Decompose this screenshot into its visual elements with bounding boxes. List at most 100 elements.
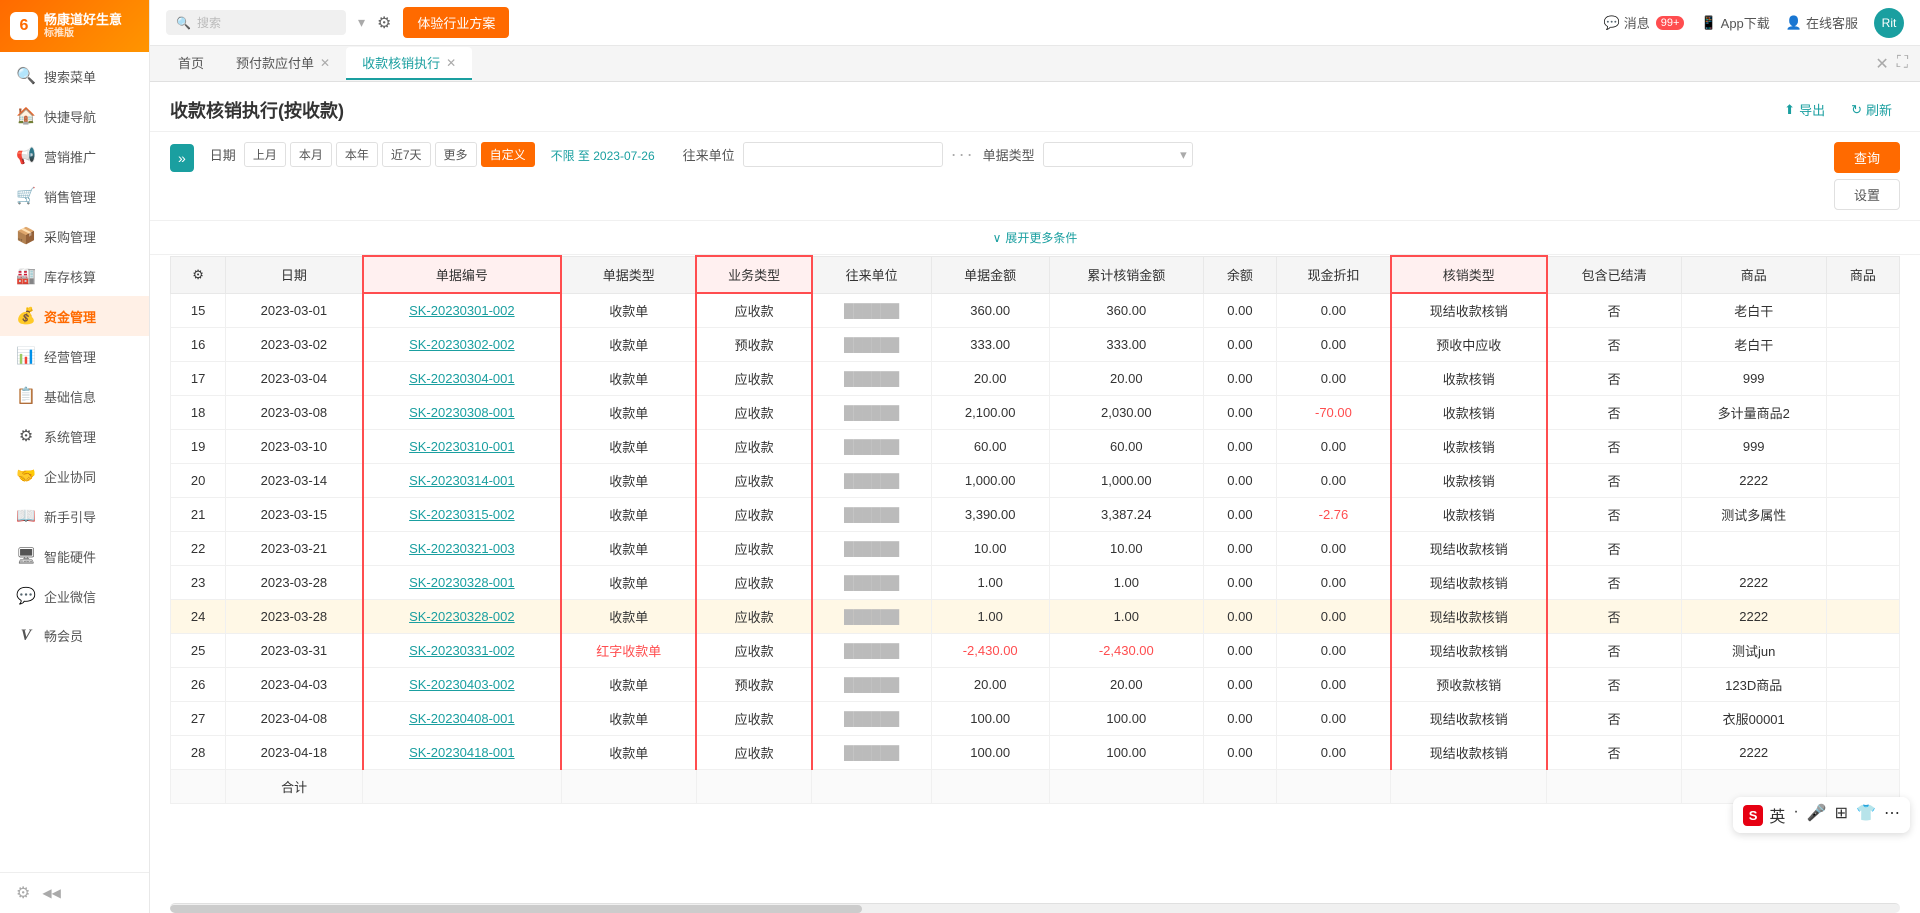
- watermark-mic-icon: 🎤: [1807, 803, 1827, 827]
- tabs-bar: 首页 预付款应付单 ✕ 收款核销执行 ✕ ✕ ⛶: [150, 46, 1920, 82]
- refresh-btn[interactable]: ↻ 刷新: [1843, 96, 1900, 123]
- table-row[interactable]: 172023-03-04SK-20230304-001收款单应收款██████2…: [171, 362, 1900, 396]
- table-row[interactable]: 212023-03-15SK-20230315-002收款单应收款██████3…: [171, 498, 1900, 532]
- table-row[interactable]: 202023-03-14SK-20230314-001收款单应收款██████1…: [171, 464, 1900, 498]
- chevron-down-icon: ∨: [993, 231, 1002, 245]
- table-setting-icon[interactable]: ⚙: [192, 267, 204, 282]
- col-setting[interactable]: ⚙: [171, 256, 226, 293]
- purchase-icon: 📦: [16, 226, 36, 246]
- table-row[interactable]: 182023-03-08SK-20230308-001收款单应收款██████2…: [171, 396, 1900, 430]
- sidebar-item-purchase[interactable]: 📦 采购管理: [0, 216, 149, 256]
- table-row[interactable]: 162023-03-02SK-20230302-002收款单预收款██████3…: [171, 328, 1900, 362]
- topbar-search-icon: 🔍: [176, 16, 191, 30]
- table-row[interactable]: 282023-04-18SK-20230418-001收款单应收款██████1…: [171, 736, 1900, 770]
- sidebar-item-collab[interactable]: 🤝 企业协同: [0, 456, 149, 496]
- inventory-icon: 🏭: [16, 266, 36, 286]
- sidebar-item-basic[interactable]: 📋 基础信息: [0, 376, 149, 416]
- topbar-gear-icon[interactable]: ⚙: [377, 13, 391, 33]
- tab-receipt-cancel[interactable]: 收款核销执行 ✕: [346, 47, 472, 80]
- sidebar-item-hardware[interactable]: 🖥 智能硬件: [0, 536, 149, 576]
- col-date: 日期: [226, 256, 363, 293]
- sidebar-item-wechat[interactable]: 💬 企业微信: [0, 576, 149, 616]
- tab-prepay-close[interactable]: ✕: [320, 56, 330, 70]
- table-row[interactable]: 262023-04-03SK-20230403-002收款单预收款██████2…: [171, 668, 1900, 702]
- hardware-icon: 🖥: [16, 546, 36, 566]
- tab-receipt-cancel-close[interactable]: ✕: [446, 56, 456, 70]
- date-btn-custom[interactable]: 自定义: [481, 142, 535, 167]
- filter-expand-btn[interactable]: »: [170, 144, 194, 172]
- table-row[interactable]: 272023-04-08SK-20230408-001收款单应收款██████1…: [171, 702, 1900, 736]
- sidebar-item-quick-nav[interactable]: 🏠 快捷导航: [0, 96, 149, 136]
- topbar-search[interactable]: 🔍 搜索: [166, 10, 346, 35]
- sidebar-item-system[interactable]: ⚙ 系统管理: [0, 416, 149, 456]
- settings-btn[interactable]: 设置: [1834, 179, 1900, 210]
- sidebar-item-operation[interactable]: 📊 经营管理: [0, 336, 149, 376]
- col-biz-type: 业务类型: [696, 256, 811, 293]
- sidebar-item-finance[interactable]: 💰 资金管理: [0, 296, 149, 336]
- export-icon: ⬆: [1784, 102, 1795, 118]
- tab-prepay[interactable]: 预付款应付单 ✕: [220, 47, 346, 80]
- sidebar-item-marketing[interactable]: 📢 营销推广: [0, 136, 149, 176]
- user-avatar[interactable]: Rit: [1874, 8, 1904, 38]
- collab-icon: 🤝: [16, 466, 36, 486]
- mobile-icon: 📱: [1700, 15, 1716, 31]
- date-btn-this-month[interactable]: 本月: [290, 142, 332, 167]
- export-btn[interactable]: ⬆ 导出: [1776, 96, 1833, 123]
- operation-icon: 📊: [16, 346, 36, 366]
- sales-icon: 🛒: [16, 186, 36, 206]
- topbar-app-download[interactable]: 📱 App下载: [1700, 13, 1769, 32]
- table-scrollbar[interactable]: [170, 903, 1900, 913]
- topbar-online-service[interactable]: 👤 在线客服: [1786, 13, 1858, 32]
- tab-home[interactable]: 首页: [162, 47, 220, 80]
- data-table: ⚙ 日期 单据编号 单据类型 业务类型 往来单位 单据金额 累计核销金额 余额 …: [170, 255, 1900, 804]
- app-version: 标推版: [44, 28, 122, 40]
- table-row[interactable]: 242023-03-28SK-20230328-002收款单应收款██████1…: [171, 600, 1900, 634]
- sidebar-item-member[interactable]: V 畅会员: [0, 616, 149, 655]
- col-cancel-type: 核销类型: [1391, 256, 1547, 293]
- guide-icon: 📖: [16, 506, 36, 526]
- app-logo-icon: 6: [10, 12, 38, 40]
- page-header: 收款核销执行(按收款) ⬆ 导出 ↻ 刷新: [150, 82, 1920, 132]
- topbar-dropdown-icon[interactable]: ▾: [358, 14, 365, 31]
- date-filter-label: 日期: [210, 145, 236, 164]
- topbar-message[interactable]: 💬 消息 99+: [1604, 13, 1685, 32]
- watermark-shirt-icon: 👕: [1856, 803, 1876, 827]
- col-doc-type: 单据类型: [561, 256, 696, 293]
- sidebar-item-search[interactable]: 🔍 搜索菜单: [0, 56, 149, 96]
- sidebar-item-guide[interactable]: 📖 新手引导: [0, 496, 149, 536]
- tab-expand-icon[interactable]: ⛶: [1897, 54, 1908, 74]
- solution-btn[interactable]: 体验行业方案: [403, 7, 509, 38]
- table-row[interactable]: 152023-03-01SK-20230301-002收款单应收款██████3…: [171, 293, 1900, 328]
- refresh-icon: ↻: [1851, 102, 1862, 118]
- page-title: 收款核销执行(按收款): [170, 97, 344, 123]
- sidebar-collapse-icon[interactable]: ◀◀: [42, 886, 60, 900]
- sidebar-item-inventory[interactable]: 🏭 库存核算: [0, 256, 149, 296]
- date-btn-7days[interactable]: 近7天: [382, 142, 431, 167]
- sidebar-item-sales[interactable]: 🛒 销售管理: [0, 176, 149, 216]
- finance-icon: 💰: [16, 306, 36, 326]
- watermark-grid-icon: ⊞: [1835, 803, 1848, 827]
- date-btn-last-month[interactable]: 上月: [244, 142, 286, 167]
- expand-more-btn[interactable]: ∨ 展开更多条件: [170, 225, 1900, 248]
- table-scrollbar-thumb[interactable]: [170, 905, 862, 913]
- watermark-text-icon: 英: [1769, 803, 1785, 827]
- partner-more-btn[interactable]: ···: [951, 144, 975, 165]
- doc-type-select[interactable]: [1043, 142, 1193, 167]
- date-btn-more[interactable]: 更多: [435, 142, 477, 167]
- table-container: ⚙ 日期 单据编号 单据类型 业务类型 往来单位 单据金额 累计核销金额 余额 …: [150, 255, 1920, 903]
- marketing-icon: 📢: [16, 146, 36, 166]
- col-partner: 往来单位: [812, 256, 931, 293]
- sidebar-menu: 🔍 搜索菜单 🏠 快捷导航 📢 营销推广 🛒 销售管理 📦 采购管理 🏭 库存核…: [0, 52, 149, 872]
- tab-close-all-icon[interactable]: ✕: [1875, 54, 1888, 74]
- table-row[interactable]: 232023-03-28SK-20230328-001收款单应收款██████1…: [171, 566, 1900, 600]
- table-row[interactable]: 222023-03-21SK-20230321-003收款单应收款██████1…: [171, 532, 1900, 566]
- watermark: S 英 · 🎤 ⊞ 👕 ⋯: [1733, 797, 1910, 833]
- doc-type-label: 单据类型: [983, 145, 1035, 164]
- date-btn-this-year[interactable]: 本年: [336, 142, 378, 167]
- sidebar-settings-icon[interactable]: ⚙: [16, 883, 30, 903]
- query-btn[interactable]: 查询: [1834, 142, 1900, 173]
- watermark-more-icon: ⋯: [1884, 803, 1900, 827]
- table-row[interactable]: 252023-03-31SK-20230331-002红字收款单应收款█████…: [171, 634, 1900, 668]
- table-row[interactable]: 192023-03-10SK-20230310-001收款单应收款██████6…: [171, 430, 1900, 464]
- partner-input[interactable]: [743, 142, 943, 167]
